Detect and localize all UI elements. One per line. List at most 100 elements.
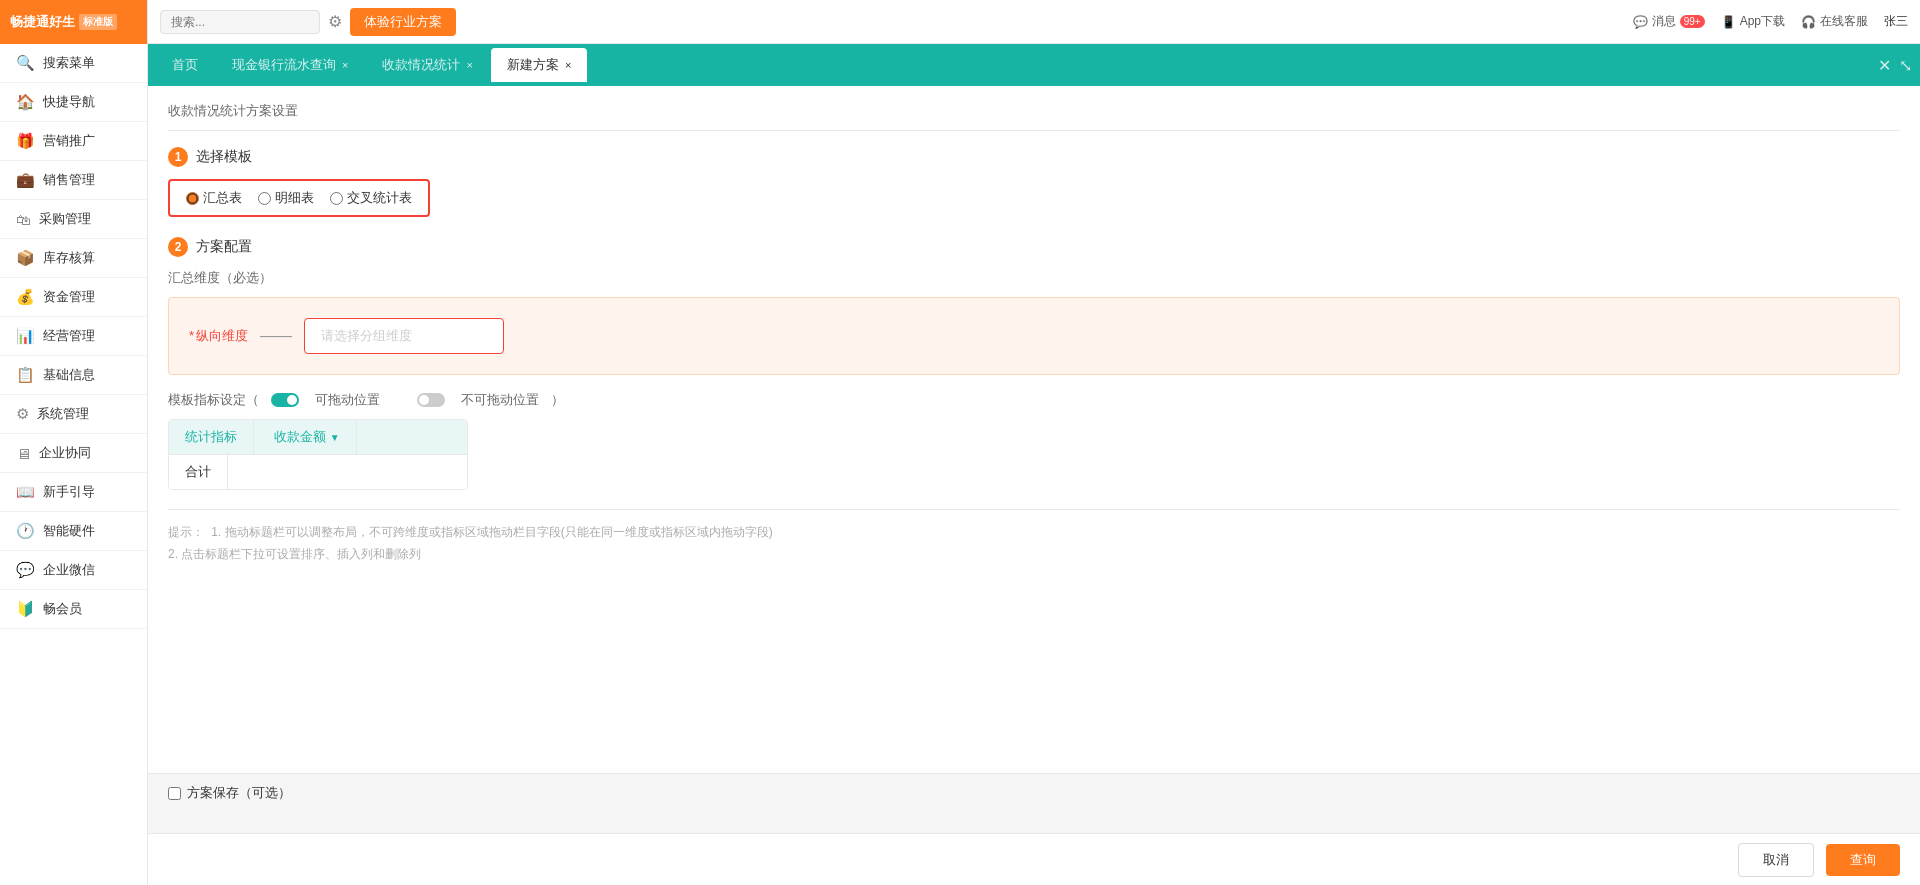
metrics-label-text: 模板指标设定（ <box>168 391 259 409</box>
sidebar-item-label: 智能硬件 <box>43 522 95 540</box>
sidebar-item-purchase[interactable]: 🛍 采购管理 <box>0 200 147 239</box>
radio-summary[interactable]: 汇总表 <box>186 189 242 207</box>
sidebar-item-label: 搜索菜单 <box>43 54 95 72</box>
sidebar-item-hardware[interactable]: 🕐 智能硬件 <box>0 512 147 551</box>
chevron-down-icon: ▼ <box>330 432 340 443</box>
metrics-column1-header[interactable]: 收款金额 ▼ <box>258 420 357 454</box>
save-checkbox[interactable] <box>168 787 181 800</box>
sidebar-item-label: 采购管理 <box>39 210 91 228</box>
sidebar-item-wechat[interactable]: 💬 企业微信 <box>0 551 147 590</box>
inventory-icon: 📦 <box>16 249 35 267</box>
logo-text: 畅捷通好生 <box>10 13 75 31</box>
sidebar-item-system[interactable]: ⚙ 系统管理 <box>0 395 147 434</box>
metrics-table: 统计指标 收款金额 ▼ 合计 <box>168 419 468 490</box>
search-input[interactable] <box>160 10 320 34</box>
metrics-cell1: 合计 <box>169 455 228 489</box>
radio-cross-input[interactable] <box>330 192 343 205</box>
basic-icon: 📋 <box>16 366 35 384</box>
sidebar-item-search[interactable]: 🔍 搜索菜单 <box>0 44 147 83</box>
metrics-data-row: 合计 <box>169 455 467 489</box>
bottombar: 取消 查询 <box>148 833 1920 885</box>
system-icon: ⚙ <box>16 405 29 423</box>
dimension-group-label: 汇总维度（必选） <box>168 269 1900 287</box>
page-title: 收款情况统计方案设置 <box>168 102 1900 131</box>
version-badge: 标准版 <box>79 14 117 30</box>
sidebar-item-collab[interactable]: 🖥 企业协同 <box>0 434 147 473</box>
topbar-left: ⚙ 体验行业方案 <box>160 8 456 36</box>
tip-line-2: 2. 点击标题栏下拉可设置排序、插入列和删除列 <box>168 544 1900 566</box>
notification-item[interactable]: 💬 消息 99+ <box>1633 13 1705 30</box>
tip-text-2: 2. 点击标题栏下拉可设置排序、插入列和删除列 <box>168 547 421 561</box>
section1-title: 选择模板 <box>196 148 252 166</box>
purchase-icon: 🛍 <box>16 211 31 228</box>
gear-icon[interactable]: ⚙ <box>328 12 342 31</box>
dimension-selector[interactable]: 请选择分组维度 <box>304 318 504 354</box>
sidebar-item-member[interactable]: 🔰 畅会员 <box>0 590 147 629</box>
radio-cross[interactable]: 交叉统计表 <box>330 189 412 207</box>
footer: 方案保存（可选） <box>148 773 1920 812</box>
sidebar-item-nav[interactable]: 🏠 快捷导航 <box>0 83 147 122</box>
sidebar-item-label: 基础信息 <box>43 366 95 384</box>
section1-number: 1 <box>168 147 188 167</box>
dimension-row: 纵向维度 —— 请选择分组维度 <box>189 318 1879 354</box>
section2-number: 2 <box>168 237 188 257</box>
member-icon: 🔰 <box>16 600 35 618</box>
industry-btn[interactable]: 体验行业方案 <box>350 8 456 36</box>
tabbar: 首页 现金银行流水查询 × 收款情况统计 × 新建方案 × ✕ ⤡ <box>148 44 1920 86</box>
tab-receivable[interactable]: 收款情况统计 × <box>366 48 488 82</box>
sidebar-item-inventory[interactable]: 📦 库存核算 <box>0 239 147 278</box>
maximize-icon[interactable]: ⤡ <box>1899 56 1912 75</box>
closing-paren: ） <box>551 391 564 409</box>
tab-cashflow[interactable]: 现金银行流水查询 × <box>216 48 364 82</box>
close-icon[interactable]: × <box>342 59 348 71</box>
sidebar-item-finance[interactable]: 💰 资金管理 <box>0 278 147 317</box>
sidebar-item-basic[interactable]: 📋 基础信息 <box>0 356 147 395</box>
search-icon: 🔍 <box>16 54 35 72</box>
sidebar-item-label: 库存核算 <box>43 249 95 267</box>
metrics-settings-label: 模板指标设定（ 可拖动位置 不可拖动位置 ） <box>168 391 1900 409</box>
close-icon[interactable]: × <box>565 59 571 71</box>
close-icon[interactable]: × <box>466 59 472 71</box>
metrics-section-header: 统计指标 <box>169 420 254 454</box>
sidebar-item-sales[interactable]: 💼 销售管理 <box>0 161 147 200</box>
logo: 畅捷通好生 标准版 <box>0 0 147 44</box>
close-window-icon[interactable]: ✕ <box>1878 56 1891 75</box>
tab-new-plan[interactable]: 新建方案 × <box>491 48 587 82</box>
draggable-label: 可拖动位置 <box>315 391 380 409</box>
tab-cashflow-label: 现金银行流水查询 <box>232 56 336 74</box>
query-button[interactable]: 查询 <box>1826 844 1900 876</box>
service-icon: 🎧 <box>1801 15 1816 29</box>
non-draggable-indicator <box>417 393 445 407</box>
sidebar-item-label: 销售管理 <box>43 171 95 189</box>
sidebar-item-label: 资金管理 <box>43 288 95 306</box>
dimension-area: 纵向维度 —— 请选择分组维度 <box>168 297 1900 375</box>
tab-receivable-label: 收款情况统计 <box>382 56 460 74</box>
sidebar-item-management[interactable]: 📊 经营管理 <box>0 317 147 356</box>
notification-badge: 99+ <box>1680 15 1705 28</box>
save-option[interactable]: 方案保存（可选） <box>168 784 1900 802</box>
topbar-right: 💬 消息 99+ 📱 App下载 🎧 在线客服 张三 <box>1633 13 1908 30</box>
app-download-item[interactable]: 📱 App下载 <box>1721 13 1785 30</box>
separator <box>392 391 405 409</box>
metrics-col1-label: 收款金额 <box>274 428 326 446</box>
topbar: ⚙ 体验行业方案 💬 消息 99+ 📱 App下载 🎧 在线客服 张三 <box>148 0 1920 44</box>
tab-new-plan-label: 新建方案 <box>507 56 559 74</box>
tab-actions: ✕ ⤡ <box>1878 56 1912 75</box>
tips-area: 提示： 1. 拖动标题栏可以调整布局，不可跨维度或指标区域拖动栏目字段(只能在同… <box>168 509 1900 577</box>
sidebar-item-newbie[interactable]: 📖 新手引导 <box>0 473 147 512</box>
metrics-section-label: 统计指标 <box>185 428 237 446</box>
cancel-button[interactable]: 取消 <box>1738 843 1814 877</box>
main-area: ⚙ 体验行业方案 💬 消息 99+ 📱 App下载 🎧 在线客服 张三 首页 <box>148 0 1920 885</box>
radio-summary-input[interactable] <box>186 192 199 205</box>
home-icon: 🏠 <box>16 93 35 111</box>
section2-title: 方案配置 <box>196 238 252 256</box>
section2-header: 2 方案配置 <box>168 237 1900 257</box>
sidebar-item-label: 营销推广 <box>43 132 95 150</box>
sidebar-item-marketing[interactable]: 🎁 营销推广 <box>0 122 147 161</box>
sidebar-item-label: 系统管理 <box>37 405 89 423</box>
radio-detail-input[interactable] <box>258 192 271 205</box>
online-service-item[interactable]: 🎧 在线客服 <box>1801 13 1868 30</box>
newbie-icon: 📖 <box>16 483 35 501</box>
radio-detail[interactable]: 明细表 <box>258 189 314 207</box>
tab-home[interactable]: 首页 <box>156 48 214 82</box>
